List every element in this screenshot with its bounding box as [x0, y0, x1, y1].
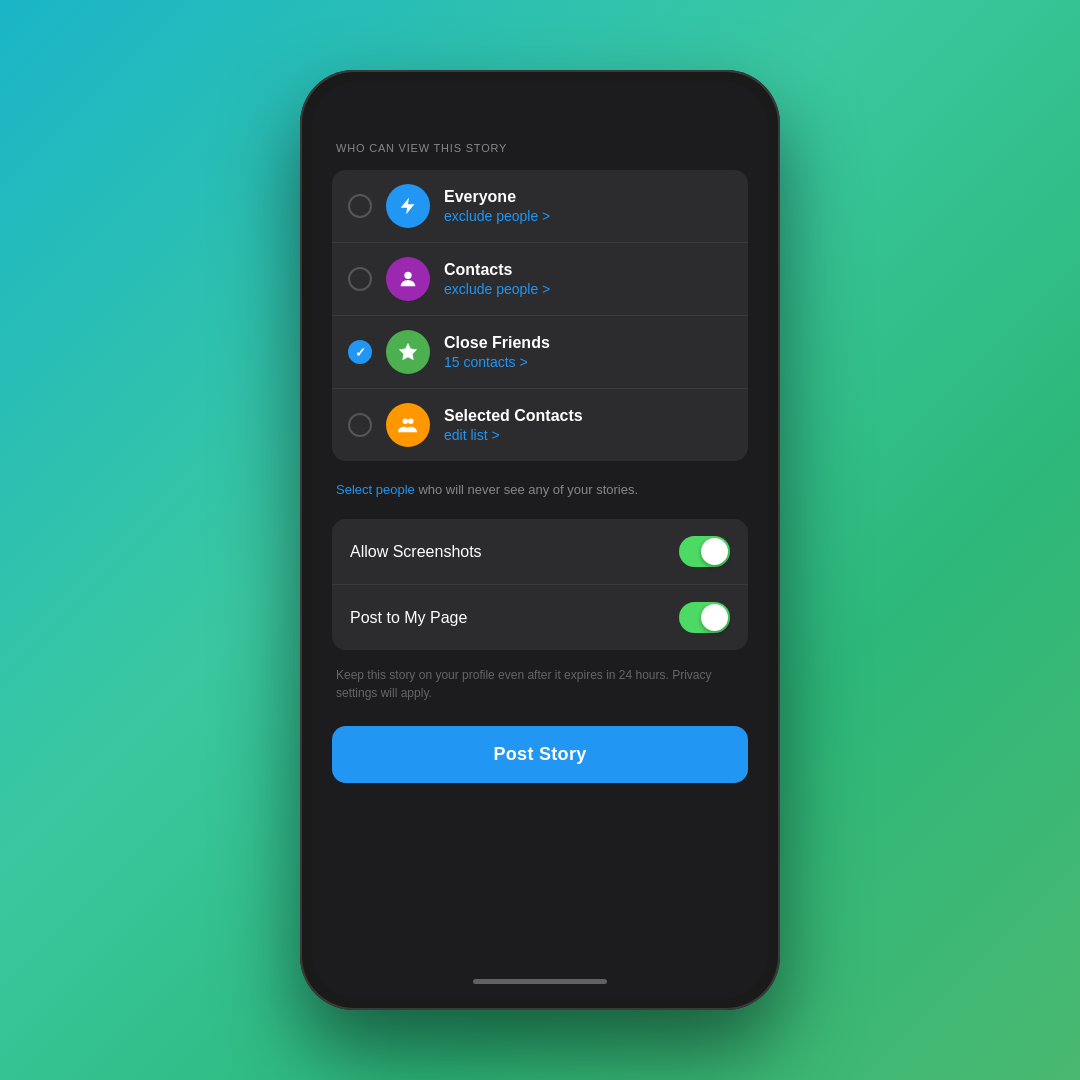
radio-check-close-friends: ✓	[355, 345, 366, 360]
toggle-label-post-page: Post to My Page	[350, 609, 467, 627]
toggle-card: Allow Screenshots Post to My Page	[332, 519, 748, 650]
phone-screen: WHO CAN VIEW THIS STORY Everyone exclude…	[312, 82, 768, 998]
option-sub-selected-contacts[interactable]: edit list >	[444, 427, 583, 443]
toggle-row-screenshots[interactable]: Allow Screenshots	[332, 519, 748, 585]
svg-point-1	[403, 419, 409, 425]
icon-close-friends	[386, 330, 430, 374]
icon-contacts	[386, 257, 430, 301]
svg-point-2	[408, 419, 414, 425]
svg-point-0	[404, 272, 411, 279]
option-title-everyone: Everyone	[444, 188, 550, 206]
icon-selected-contacts	[386, 403, 430, 447]
toggle-screenshots[interactable]	[679, 536, 730, 567]
option-sub-close-friends[interactable]: 15 contacts >	[444, 354, 550, 370]
toggle-knob-screenshots	[701, 538, 728, 565]
phone-frame: WHO CAN VIEW THIS STORY Everyone exclude…	[300, 70, 780, 1010]
icon-everyone	[386, 184, 430, 228]
option-title-contacts: Contacts	[444, 261, 550, 279]
helper-text: Select people who will never see any of …	[332, 477, 748, 503]
option-title-selected-contacts: Selected Contacts	[444, 407, 583, 425]
option-title-close-friends: Close Friends	[444, 334, 550, 352]
toggle-row-post-page[interactable]: Post to My Page	[332, 585, 748, 650]
radio-selected-contacts[interactable]	[348, 413, 372, 437]
caption-text: Keep this story on your profile even aft…	[332, 666, 748, 702]
option-text-contacts: Contacts exclude people >	[444, 261, 550, 297]
option-text-close-friends: Close Friends 15 contacts >	[444, 334, 550, 370]
screen-content: WHO CAN VIEW THIS STORY Everyone exclude…	[312, 82, 768, 969]
option-selected-contacts[interactable]: Selected Contacts edit list >	[332, 389, 748, 461]
radio-everyone[interactable]	[348, 194, 372, 218]
option-everyone[interactable]: Everyone exclude people >	[332, 170, 748, 243]
option-sub-contacts[interactable]: exclude people >	[444, 281, 550, 297]
section-label: WHO CAN VIEW THIS STORY	[332, 142, 748, 154]
radio-close-friends[interactable]: ✓	[348, 340, 372, 364]
post-story-button[interactable]: Post Story	[332, 726, 748, 783]
option-text-selected-contacts: Selected Contacts edit list >	[444, 407, 583, 443]
option-sub-everyone[interactable]: exclude people >	[444, 208, 550, 224]
toggle-label-screenshots: Allow Screenshots	[350, 543, 482, 561]
toggle-knob-post-page	[701, 604, 728, 631]
option-text-everyone: Everyone exclude people >	[444, 188, 550, 224]
option-contacts[interactable]: Contacts exclude people >	[332, 243, 748, 316]
visibility-options-card: Everyone exclude people > Contacts	[332, 170, 748, 461]
helper-link[interactable]: Select people	[336, 482, 415, 497]
helper-rest: who will never see any of your stories.	[415, 482, 638, 497]
radio-contacts[interactable]	[348, 267, 372, 291]
option-close-friends[interactable]: ✓ Close Friends 15 contacts >	[332, 316, 748, 389]
home-indicator	[473, 979, 607, 984]
toggle-post-page[interactable]	[679, 602, 730, 633]
